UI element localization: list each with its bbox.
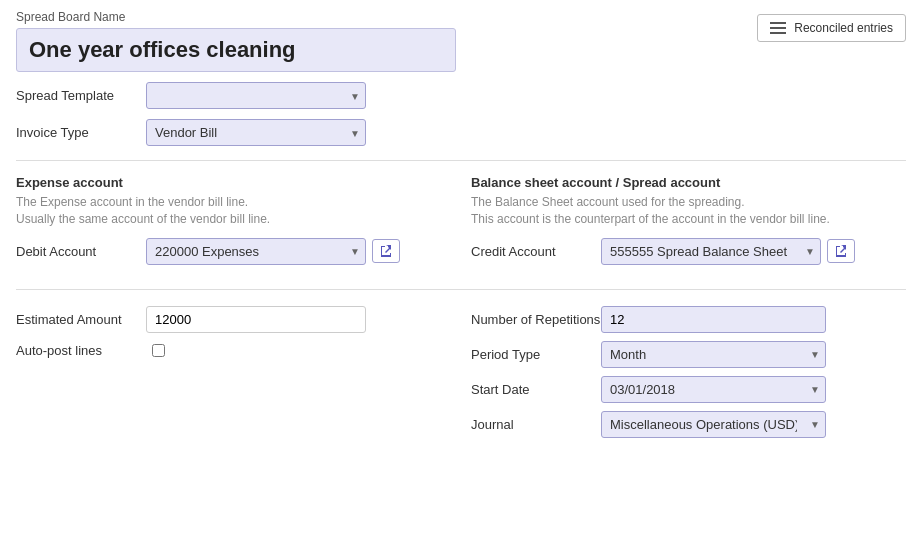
debit-account-label: Debit Account [16, 244, 146, 259]
external-link-icon-2 [834, 244, 848, 258]
bottom-left: Estimated Amount Auto-post lines [16, 306, 451, 446]
estimated-amount-label: Estimated Amount [16, 312, 146, 327]
estimated-amount-input[interactable] [146, 306, 366, 333]
spread-template-select-wrapper[interactable] [146, 82, 366, 109]
repetitions-input[interactable] [601, 306, 826, 333]
invoice-type-row: Invoice Type Vendor Bill Customer Invoic… [16, 119, 906, 146]
invoice-type-select-wrapper[interactable]: Vendor Bill Customer Invoice [146, 119, 366, 146]
credit-account-label: Credit Account [471, 244, 601, 259]
balance-account-title: Balance sheet account / Spread account [471, 175, 906, 190]
page-container: Spread Board Name One year offices clean… [0, 0, 922, 462]
credit-account-control: 555555 Spread Balance Sheet [601, 238, 855, 265]
period-type-select[interactable]: Month Quarter Year [601, 341, 826, 368]
balance-account-desc: The Balance Sheet account used for the s… [471, 194, 906, 228]
journal-label: Journal [471, 417, 601, 432]
credit-account-select-wrapper[interactable]: 555555 Spread Balance Sheet [601, 238, 821, 265]
estimated-amount-row: Estimated Amount [16, 306, 451, 333]
balance-account-section: Balance sheet account / Spread account T… [471, 175, 906, 275]
spread-template-select[interactable] [146, 82, 366, 109]
external-link-icon [379, 244, 393, 258]
expense-account-title: Expense account [16, 175, 451, 190]
hamburger-icon [770, 22, 786, 34]
board-name-area: Spread Board Name One year offices clean… [16, 10, 757, 72]
reconciled-label: Reconciled entries [794, 21, 893, 35]
expense-account-section: Expense account The Expense account in t… [16, 175, 451, 275]
auto-post-label: Auto-post lines [16, 343, 146, 358]
start-date-row: Start Date 03/01/2018 [471, 376, 906, 403]
debit-account-external-link[interactable] [372, 239, 400, 263]
start-date-label: Start Date [471, 382, 601, 397]
two-col-section: Expense account The Expense account in t… [16, 175, 906, 275]
debit-account-control: 220000 Expenses [146, 238, 400, 265]
debit-account-select[interactable]: 220000 Expenses [146, 238, 366, 265]
debit-account-row: Debit Account 220000 Expenses [16, 238, 451, 265]
auto-post-row: Auto-post lines [16, 343, 451, 358]
bottom-section: Estimated Amount Auto-post lines Number … [16, 306, 906, 446]
journal-row: Journal Miscellaneous Operations (USD) [471, 411, 906, 438]
invoice-type-select[interactable]: Vendor Bill Customer Invoice [146, 119, 366, 146]
expense-account-desc: The Expense account in the vendor bill l… [16, 194, 451, 228]
top-section: Spread Board Name One year offices clean… [16, 10, 906, 72]
credit-account-select[interactable]: 555555 Spread Balance Sheet [601, 238, 821, 265]
period-type-row: Period Type Month Quarter Year [471, 341, 906, 368]
reconciled-entries-button[interactable]: Reconciled entries [757, 14, 906, 42]
divider-2 [16, 289, 906, 290]
credit-account-external-link[interactable] [827, 239, 855, 263]
period-type-select-wrapper[interactable]: Month Quarter Year [601, 341, 826, 368]
repetitions-row: Number of Repetitions [471, 306, 906, 333]
credit-account-row: Credit Account 555555 Spread Balance She… [471, 238, 906, 265]
auto-post-checkbox[interactable] [152, 344, 165, 357]
spread-template-row: Spread Template [16, 82, 906, 109]
debit-account-select-wrapper[interactable]: 220000 Expenses [146, 238, 366, 265]
journal-select[interactable]: Miscellaneous Operations (USD) [601, 411, 826, 438]
repetitions-label: Number of Repetitions [471, 312, 601, 327]
invoice-type-label: Invoice Type [16, 125, 146, 140]
journal-select-wrapper[interactable]: Miscellaneous Operations (USD) [601, 411, 826, 438]
divider-1 [16, 160, 906, 161]
spread-template-label: Spread Template [16, 88, 146, 103]
period-type-label: Period Type [471, 347, 601, 362]
bottom-right: Number of Repetitions Period Type Month … [471, 306, 906, 446]
board-name-value: One year offices cleaning [16, 28, 456, 72]
start-date-select[interactable]: 03/01/2018 [601, 376, 826, 403]
start-date-select-wrapper[interactable]: 03/01/2018 [601, 376, 826, 403]
spread-board-label: Spread Board Name [16, 10, 757, 24]
